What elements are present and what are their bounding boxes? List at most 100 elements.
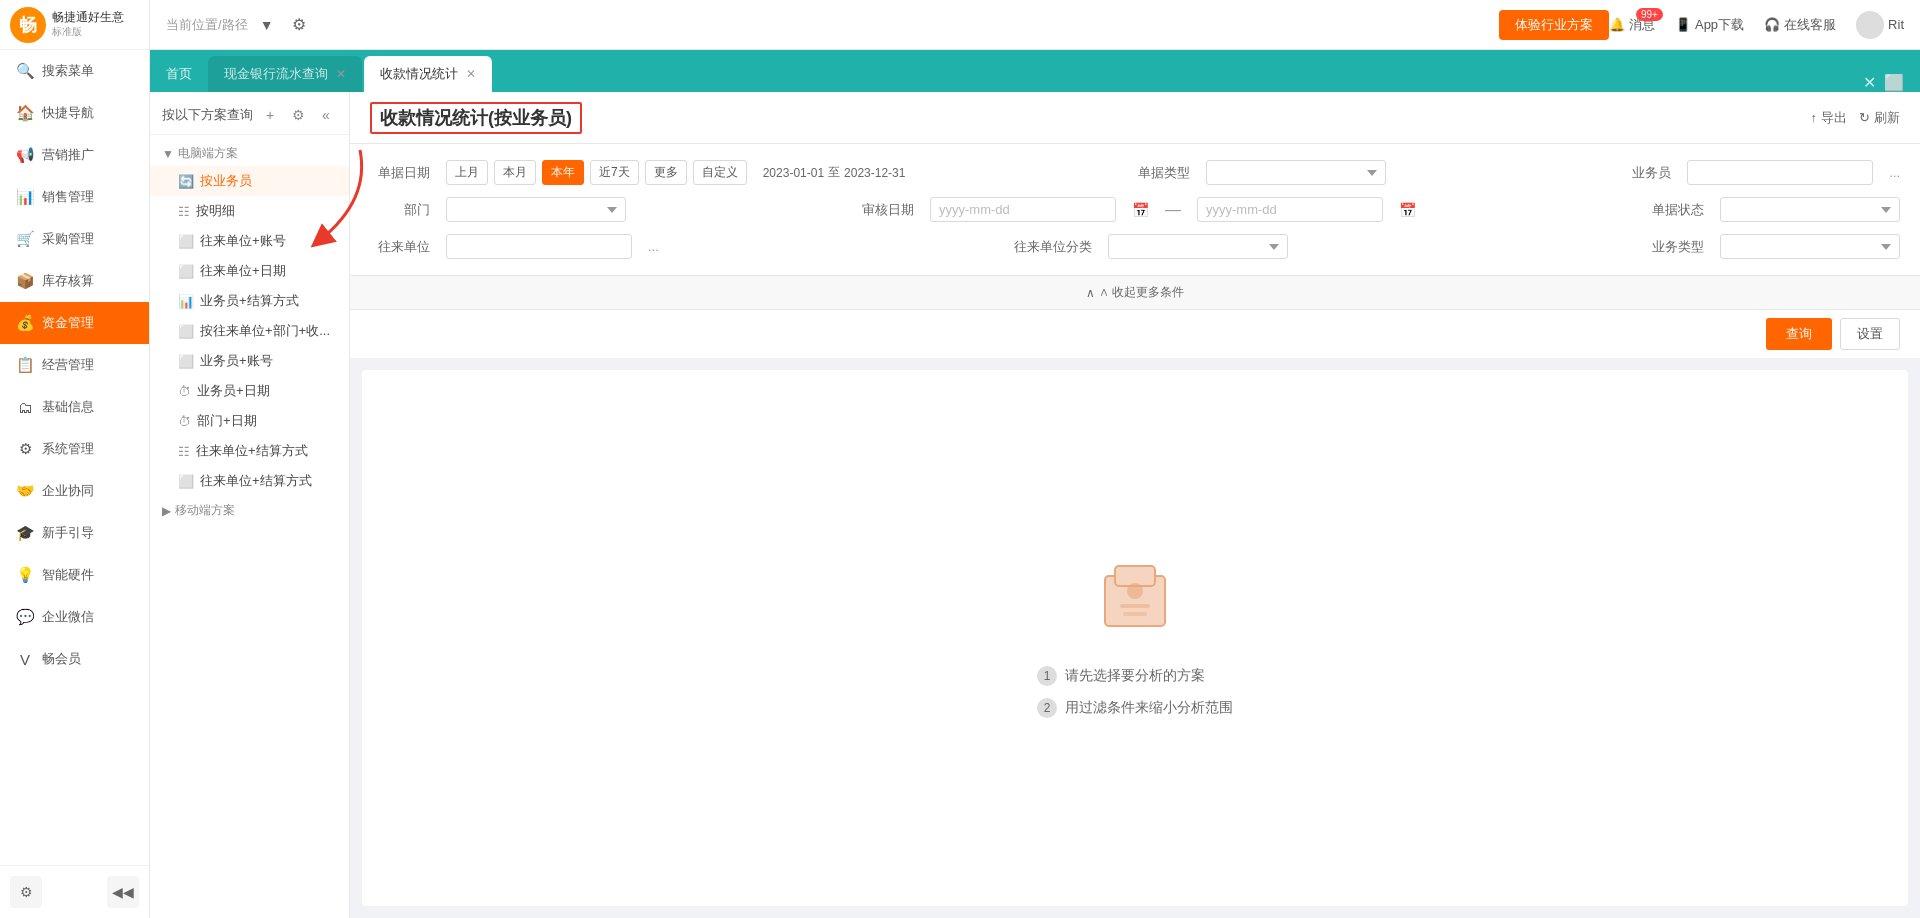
- sidebar-item-finance[interactable]: 💰 资金管理: [0, 302, 149, 344]
- calendar-start-icon[interactable]: 📅: [1132, 202, 1149, 218]
- doc-status-select[interactable]: [1720, 197, 1900, 222]
- tab-collection-close[interactable]: ✕: [466, 67, 476, 81]
- sidebar-item-quicknav[interactable]: 🏠 快捷导航: [0, 92, 149, 134]
- sidebar-item-inventory[interactable]: 📦 库存核算: [0, 260, 149, 302]
- tree-item-unit-account[interactable]: ⬜ 往来单位+账号: [150, 226, 349, 256]
- salesman-label: 业务员: [1611, 164, 1671, 182]
- sidebar-collapse-btn[interactable]: ◀◀: [107, 876, 139, 908]
- step-1-text: 请先选择要分析的方案: [1065, 667, 1205, 685]
- tree-item-icon-udept: ⬜: [178, 324, 194, 339]
- step-num-2: 2: [1037, 698, 1057, 718]
- settings-button[interactable]: 设置: [1840, 318, 1900, 350]
- logo-icon: 畅: [10, 7, 46, 43]
- sidebar-item-marketing[interactable]: 📢 营销推广: [0, 134, 149, 176]
- tab-collection-label: 收款情况统计: [380, 65, 458, 83]
- message-btn[interactable]: 🔔 消息 99+: [1609, 16, 1655, 34]
- sidebar-settings-btn[interactable]: ⚙: [10, 876, 42, 908]
- counterpart-input[interactable]: [446, 234, 632, 259]
- tree-item-by-salesman[interactable]: 🔄 按业务员: [150, 166, 349, 196]
- salesman-more-btn[interactable]: ...: [1889, 165, 1900, 180]
- export-button[interactable]: ↑ 导出: [1811, 109, 1848, 127]
- tree-desktop-group[interactable]: ▼ 电脑端方案: [150, 139, 349, 166]
- salesman-input[interactable]: [1687, 160, 1873, 185]
- sidebar-item-purchase[interactable]: 🛒 采购管理: [0, 218, 149, 260]
- dept-select[interactable]: [446, 197, 626, 222]
- counterpart-type-select[interactable]: [1108, 234, 1288, 259]
- sidebar-nav: 🔍 搜索菜单 🏠 快捷导航 📢 营销推广 📊 销售管理 🛒 采购管理 📦: [0, 50, 149, 865]
- tree-mobile-group[interactable]: ▶ 移动端方案: [150, 496, 349, 523]
- sidebar-item-label: 经营管理: [42, 356, 94, 374]
- review-date-end-input[interactable]: [1197, 197, 1383, 222]
- topbar-gear-btn[interactable]: ⚙: [285, 11, 313, 39]
- sidebar-item-wechat[interactable]: 💬 企业微信: [0, 596, 149, 638]
- calendar-end-icon[interactable]: 📅: [1399, 202, 1416, 218]
- date-end: 2023-12-31: [844, 166, 905, 180]
- tree-item-unit-settle1[interactable]: ☷ 往来单位+结算方式: [150, 436, 349, 466]
- panel-add-btn[interactable]: +: [259, 104, 281, 126]
- type-select[interactable]: [1206, 160, 1386, 185]
- sidebar-item-basic[interactable]: 🗂 基础信息: [0, 386, 149, 428]
- window-maximize-btn[interactable]: ⬜: [1884, 73, 1904, 92]
- export-icon: ↑: [1811, 110, 1818, 125]
- action-bar: 查询 设置: [350, 310, 1920, 358]
- topbar-dropdown-btn[interactable]: ▼: [260, 17, 274, 33]
- sidebar-item-operations[interactable]: 📋 经营管理: [0, 344, 149, 386]
- topbar-left: 当前位置/路径 ▼ ⚙: [166, 11, 313, 39]
- tab-bank[interactable]: 现金银行流水查询 ✕: [208, 56, 362, 92]
- panel-collapse-btn[interactable]: «: [315, 104, 337, 126]
- tree-item-icon-ua: ⬜: [178, 234, 194, 249]
- svg-rect-4: [1123, 612, 1147, 616]
- date-btn-last-month[interactable]: 上月: [446, 160, 488, 185]
- step-2-text: 用过滤条件来缩小分析范围: [1065, 699, 1233, 717]
- sidebar-item-corp[interactable]: 🤝 企业协同: [0, 470, 149, 512]
- date-btn-this-year[interactable]: 本年: [542, 160, 584, 185]
- tree-item-salesman-settle[interactable]: 📊 业务员+结算方式: [150, 286, 349, 316]
- tabs-window-btns: ✕ ⬜: [1847, 73, 1920, 92]
- app-logo: 畅 畅捷通好生意 标准版: [0, 0, 149, 50]
- topbar-right: 🔔 消息 99+ 📱 App下载 🎧 在线客服 Rit: [1609, 11, 1904, 39]
- app-download-btn[interactable]: 📱 App下载: [1675, 16, 1744, 34]
- window-close-btn[interactable]: ✕: [1863, 73, 1876, 92]
- date-btn-7days[interactable]: 近7天: [590, 160, 639, 185]
- refresh-label: 刷新: [1874, 109, 1900, 127]
- tree-item-icon-us1: ☷: [178, 444, 190, 459]
- tree-mobile-group-label: 移动端方案: [175, 502, 235, 519]
- date-btn-custom[interactable]: 自定义: [693, 160, 747, 185]
- tree-item-dept-date[interactable]: ⏱ 部门+日期: [150, 406, 349, 436]
- tree-item-salesman-account[interactable]: ⬜ 业务员+账号: [150, 346, 349, 376]
- collapse-label: ∧ 收起更多条件: [1099, 284, 1184, 301]
- review-date-start-input[interactable]: [930, 197, 1116, 222]
- sidebar-item-system[interactable]: ⚙ 系统管理: [0, 428, 149, 470]
- biz-type-select[interactable]: [1720, 234, 1900, 259]
- counterpart-more-btn[interactable]: ...: [648, 239, 659, 254]
- tree-item-unit-date[interactable]: ⬜ 往来单位+日期: [150, 256, 349, 286]
- user-profile-btn[interactable]: Rit: [1856, 11, 1904, 39]
- date-separator: 至: [828, 164, 840, 181]
- trial-button[interactable]: 体验行业方案: [1499, 10, 1609, 40]
- sidebar-item-sales[interactable]: 📊 销售管理: [0, 176, 149, 218]
- refresh-button[interactable]: ↻ 刷新: [1859, 109, 1900, 127]
- tree-item-unit-settle2[interactable]: ⬜ 往来单位+结算方式: [150, 466, 349, 496]
- date-btn-this-month[interactable]: 本月: [494, 160, 536, 185]
- sidebar-item-label: 采购管理: [42, 230, 94, 248]
- sidebar-item-member[interactable]: V 畅会员: [0, 638, 149, 680]
- date-btn-more[interactable]: 更多: [645, 160, 687, 185]
- panel-gear-btn[interactable]: ⚙: [287, 104, 309, 126]
- sidebar-item-guide[interactable]: 🎓 新手引导: [0, 512, 149, 554]
- online-support-btn[interactable]: 🎧 在线客服: [1764, 16, 1836, 34]
- tree-item-unit-dept[interactable]: ⬜ 按往来单位+部门+收...: [150, 316, 349, 346]
- counterpart-label: 往来单位: [370, 238, 430, 256]
- basic-icon: 🗂: [16, 398, 34, 416]
- collapse-more-btn[interactable]: ∧ ∧ 收起更多条件: [1086, 284, 1184, 301]
- tree-item-by-detail[interactable]: ☷ 按明细: [150, 196, 349, 226]
- sidebar-item-smart[interactable]: 💡 智能硬件: [0, 554, 149, 596]
- type-label: 单据类型: [1130, 164, 1190, 182]
- empty-state: 1 请先选择要分析的方案 2 用过滤条件来缩小分析范围: [362, 370, 1908, 906]
- query-button[interactable]: 查询: [1766, 318, 1832, 350]
- tab-collection[interactable]: 收款情况统计 ✕: [364, 56, 492, 92]
- tree-item-salesman-date[interactable]: ⏱ 业务员+日期: [150, 376, 349, 406]
- tab-home[interactable]: 首页: [150, 56, 208, 92]
- sidebar-item-search[interactable]: 🔍 搜索菜单: [0, 50, 149, 92]
- tab-bank-close[interactable]: ✕: [336, 67, 346, 81]
- collapse-icon: ∧: [1086, 286, 1095, 300]
